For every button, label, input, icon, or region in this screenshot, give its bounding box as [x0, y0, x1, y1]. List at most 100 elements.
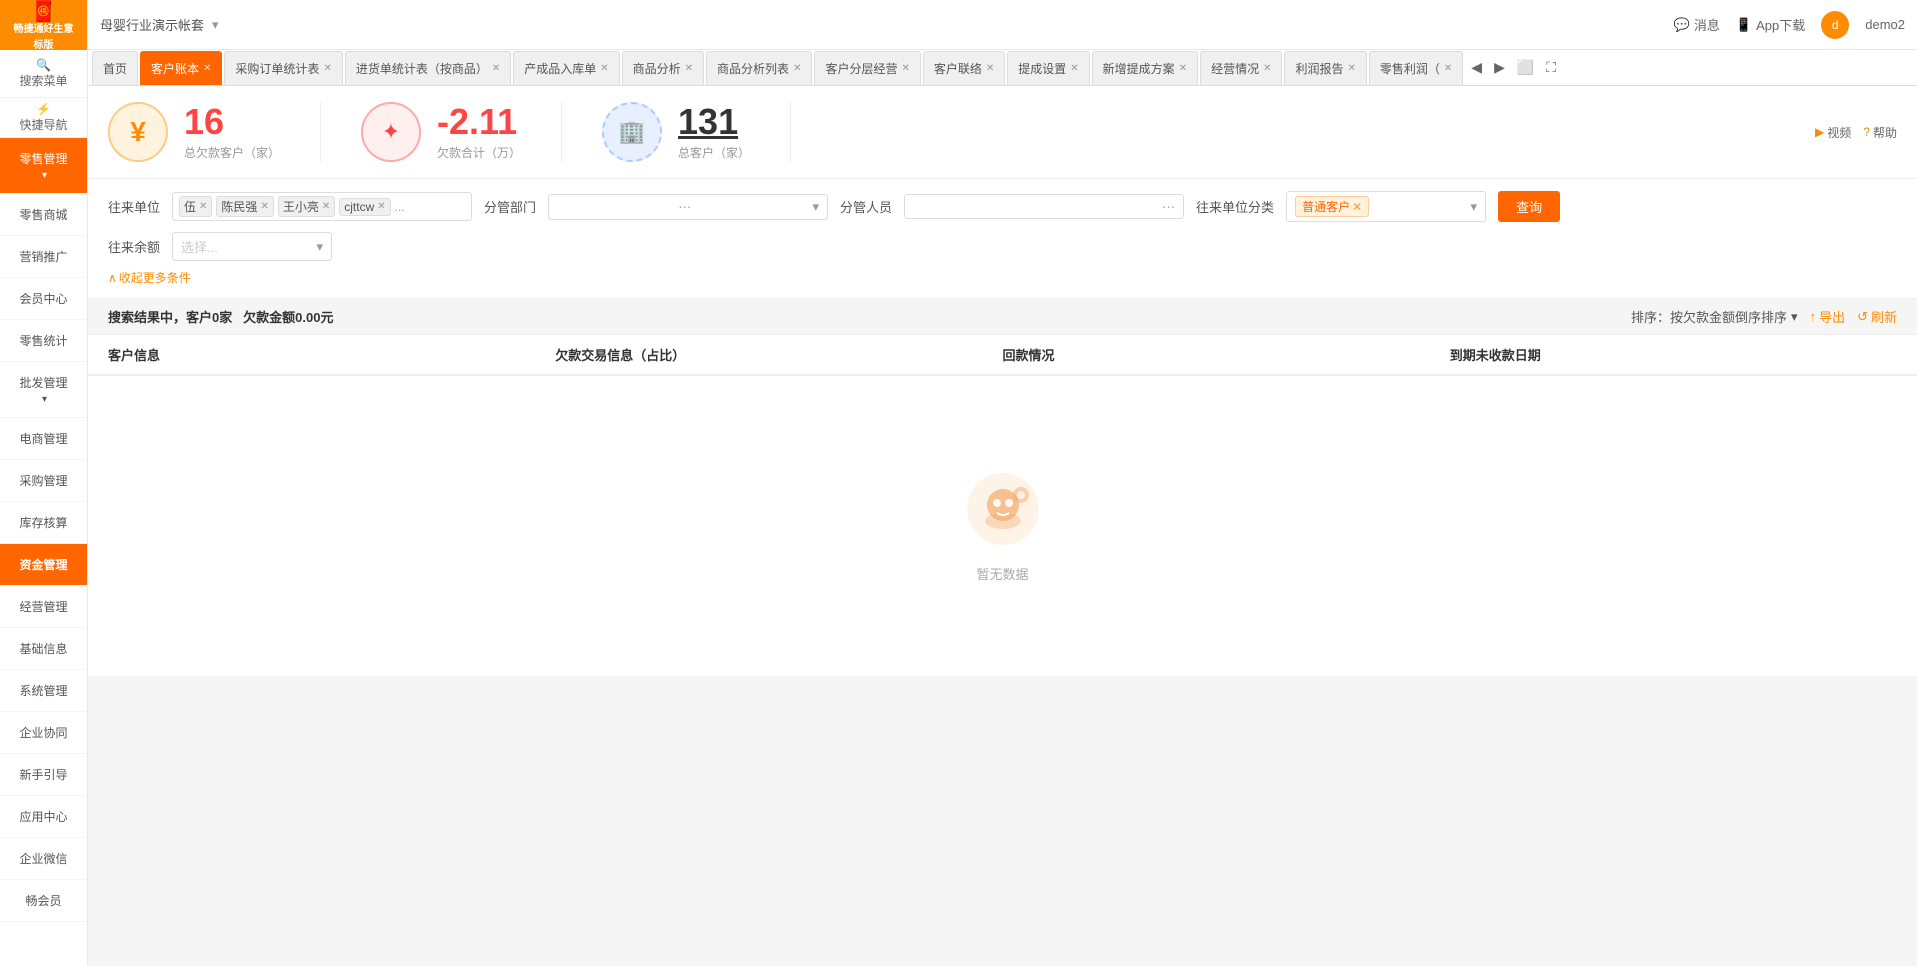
filter-row-2: 往来余额 选择... ▾	[108, 232, 1897, 261]
sidebar-item-enterprise-wechat[interactable]: 企业微信	[0, 838, 87, 880]
sidebar-item-retail-stats[interactable]: 零售统计	[0, 320, 87, 362]
tag-cjttcw-close[interactable]: ✕	[377, 201, 385, 212]
sidebar-item-system[interactable]: 系统管理	[0, 670, 87, 712]
tab-operations-label: 经营情况	[1211, 60, 1259, 77]
filter-area: 往来单位 伍 ✕ 陈民强 ✕ 王小亮 ✕ cjttcw	[88, 179, 1917, 299]
export-btn[interactable]: ↑ 导出	[1810, 307, 1846, 326]
tab-product-analysis-close[interactable]: ✕	[685, 63, 693, 74]
tab-operations[interactable]: 经营情况 ✕	[1200, 51, 1282, 85]
tab-retail-profit-close[interactable]: ✕	[1444, 63, 1452, 74]
sidebar-item-search[interactable]: 🔍 搜索菜单	[0, 50, 87, 98]
search-icon: 🔍	[0, 58, 87, 72]
video-link[interactable]: ▶ 视频	[1815, 124, 1851, 141]
stat-debt-customers: ¥ 16 总欠款客户（家）	[108, 102, 321, 162]
chevron-icon: ▾	[42, 170, 47, 181]
tab-goods-stats-label: 进货单统计表（按商品）	[356, 60, 488, 77]
person-filter-label: 分管人员	[840, 197, 892, 216]
sidebar-item-basic-info[interactable]: 基础信息	[0, 628, 87, 670]
tag-chen-close[interactable]: ✕	[260, 201, 268, 212]
unit-filter-label: 往来单位	[108, 197, 160, 216]
query-button[interactable]: 查询	[1498, 191, 1560, 222]
sort-select[interactable]: 排序：按欠款金额倒序排序 ▾	[1631, 307, 1798, 326]
sidebar-item-quick-nav[interactable]: ⚡ 快捷导航	[0, 98, 87, 138]
tab-goods-close[interactable]: ✕	[492, 63, 500, 74]
collapse-btn[interactable]: ∧ 收起更多条件	[108, 269, 1897, 286]
tab-profit-report[interactable]: 利润报告 ✕	[1284, 51, 1366, 85]
balance-dropdown-arrow: ▾	[316, 239, 323, 255]
tabbar: 首页 客户账本 ✕ 采购订单统计表 ✕ 进货单统计表（按商品） ✕ 产成品入库单…	[88, 50, 1917, 86]
tab-accounts[interactable]: 客户账本 ✕	[140, 51, 222, 85]
tab-retail-profit[interactable]: 零售利润（ ✕	[1369, 51, 1463, 85]
tab-collapse-btn[interactable]: ⬜	[1511, 59, 1540, 76]
avatar[interactable]: d	[1821, 11, 1849, 39]
sidebar-item-member[interactable]: 会员中心	[0, 278, 87, 320]
avatar-initial: d	[1832, 18, 1839, 32]
tab-customer-segment[interactable]: 客户分层经营 ✕	[814, 51, 920, 85]
tab-product-analysis-list[interactable]: 商品分析列表 ✕	[706, 51, 812, 85]
tab-raise-settings[interactable]: 提成设置 ✕	[1007, 51, 1089, 85]
tab-new-raise[interactable]: 新增提成方案 ✕	[1092, 51, 1198, 85]
quick-nav-icon: ⚡	[0, 102, 87, 116]
tag-wu-close[interactable]: ✕	[199, 201, 207, 212]
sidebar-item-wholesale[interactable]: 批发管理 ▾	[0, 362, 87, 418]
sidebar-item-vip[interactable]: 畅会员	[0, 880, 87, 922]
sidebar-item-ecommerce[interactable]: 电商管理	[0, 418, 87, 460]
sidebar-item-finance[interactable]: 资金管理	[0, 544, 87, 586]
unit-filter-tags[interactable]: 伍 ✕ 陈民强 ✕ 王小亮 ✕ cjttcw ✕ ...	[172, 192, 472, 221]
sidebar-logo: 🧧 畅捷通好生意 标版	[0, 0, 87, 50]
category-filter-label: 往来单位分类	[1196, 197, 1274, 216]
tab-customer-contact[interactable]: 客户联络 ✕	[923, 51, 1005, 85]
tab-nav-prev[interactable]: ◀	[1465, 59, 1488, 76]
tab-customer-segment-close[interactable]: ✕	[901, 63, 909, 74]
sidebar-item-marketing[interactable]: 营销推广	[0, 236, 87, 278]
tab-purchase-close[interactable]: ✕	[323, 63, 331, 74]
person-filter-select[interactable]: ···	[904, 194, 1184, 219]
sidebar-item-app-center[interactable]: 应用中心	[0, 796, 87, 838]
app-download-btn[interactable]: 📱 App下载	[1736, 15, 1805, 34]
tab-fullscreen-btn[interactable]: ⛶	[1540, 59, 1562, 76]
sidebar-item-enterprise[interactable]: 企业协同	[0, 712, 87, 754]
category-tag-close[interactable]: ✕	[1352, 200, 1362, 214]
username: demo2	[1865, 17, 1905, 32]
tab-customer-contact-close[interactable]: ✕	[986, 63, 994, 74]
balance-filter-select[interactable]: 选择... ▾	[172, 232, 332, 261]
refresh-btn[interactable]: ↺ 刷新	[1857, 307, 1897, 326]
tab-new-raise-close[interactable]: ✕	[1179, 63, 1187, 74]
sidebar-item-new-guide[interactable]: 新手引导	[0, 754, 87, 796]
tags-more[interactable]: ...	[395, 200, 405, 214]
message-btn[interactable]: 💬 消息	[1674, 15, 1720, 34]
sidebar-item-purchase[interactable]: 采购管理	[0, 460, 87, 502]
filter-row-1: 往来单位 伍 ✕ 陈民强 ✕ 王小亮 ✕ cjttcw	[108, 191, 1897, 222]
tab-retail-profit-label: 零售利润（	[1380, 60, 1440, 77]
tab-purchase-orders[interactable]: 采购订单统计表 ✕	[224, 51, 342, 85]
tag-wang-close[interactable]: ✕	[322, 201, 330, 212]
message-icon: 💬	[1674, 17, 1690, 33]
dept-dots[interactable]: ···	[678, 199, 691, 214]
tab-product-analysis-list-close[interactable]: ✕	[793, 63, 801, 74]
tab-accounts-close[interactable]: ✕	[203, 63, 211, 74]
tab-operations-close[interactable]: ✕	[1263, 63, 1271, 74]
tab-purchase-orders-label: 采购订单统计表	[235, 60, 319, 77]
dept-filter-select[interactable]: ··· ▾	[548, 194, 828, 220]
person-dots[interactable]: ···	[1162, 199, 1175, 214]
sidebar-item-retail-mgmt[interactable]: 零售管理 ▾	[0, 138, 87, 194]
tab-profit-report-close[interactable]: ✕	[1348, 63, 1356, 74]
tab-product-entry-close[interactable]: ✕	[600, 63, 608, 74]
tab-nav-next[interactable]: ▶	[1488, 59, 1511, 76]
tab-product-analysis[interactable]: 商品分析 ✕	[622, 51, 704, 85]
brand-dropdown-icon[interactable]: ▾	[212, 17, 219, 33]
sidebar-item-operations[interactable]: 经营管理	[0, 586, 87, 628]
export-icon: ↑	[1810, 309, 1817, 324]
tab-new-raise-label: 新增提成方案	[1103, 60, 1175, 77]
sidebar-item-inventory[interactable]: 库存核算	[0, 502, 87, 544]
tab-home[interactable]: 首页	[92, 51, 138, 85]
tab-raise-settings-close[interactable]: ✕	[1070, 63, 1078, 74]
tab-product-entry[interactable]: 产成品入库单 ✕	[513, 51, 619, 85]
category-filter-select[interactable]: 普通客户 ✕ ▾	[1286, 191, 1486, 222]
total-customers-value[interactable]: 131	[678, 104, 750, 140]
stat-total-customers: 🏢 131 总客户（家）	[562, 102, 791, 162]
sidebar-item-retail-mall[interactable]: 零售商城	[0, 194, 87, 236]
tab-goods-stats[interactable]: 进货单统计表（按商品） ✕	[345, 51, 511, 85]
help-link[interactable]: ? 帮助	[1863, 124, 1897, 141]
sidebar-search-label: 搜索菜单	[0, 72, 87, 89]
